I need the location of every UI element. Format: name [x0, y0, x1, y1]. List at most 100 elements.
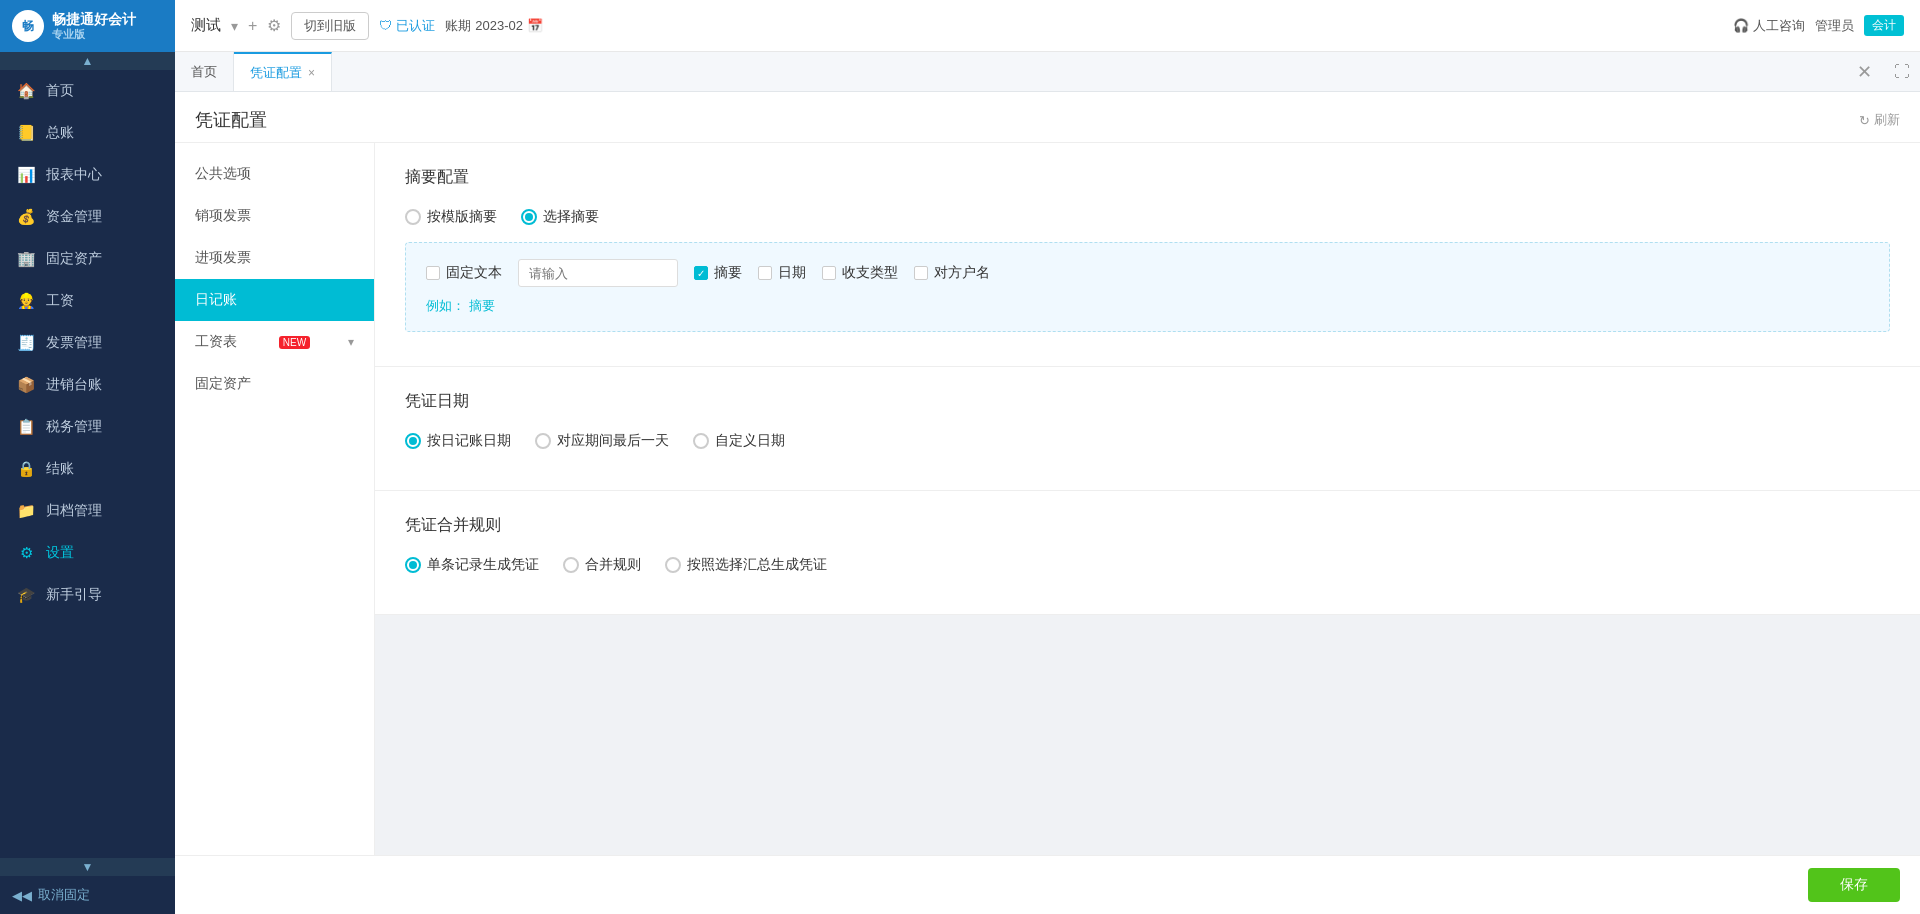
- left-nav-public[interactable]: 公共选项: [175, 153, 374, 195]
- checkbox-pay-type-box: [822, 266, 836, 280]
- left-nav-fixed-assets[interactable]: 固定资产: [175, 363, 374, 405]
- left-nav-sales-invoice[interactable]: 销项发票: [175, 195, 374, 237]
- user-role[interactable]: 会计: [1864, 15, 1904, 36]
- checkbox-counterpart-box: [914, 266, 928, 280]
- left-nav-purchase-invoice[interactable]: 进项发票: [175, 237, 374, 279]
- tabbar: 首页 凭证配置 × ✕ ⛶: [175, 52, 1920, 92]
- summary-checkboxes-row: 固定文本 ✓ 摘要 日期: [426, 259, 1869, 287]
- tax-icon: 📋: [16, 418, 36, 436]
- window-close-icon[interactable]: ✕: [1845, 61, 1884, 83]
- tab-close-icon[interactable]: ×: [308, 66, 315, 80]
- radio-custom-date[interactable]: 自定义日期: [693, 432, 785, 450]
- user-name[interactable]: 管理员: [1815, 17, 1854, 35]
- sidebar-item-tax[interactable]: 📋 税务管理: [0, 406, 175, 448]
- radio-template-circle: [405, 209, 421, 225]
- sidebar-item-home[interactable]: 🏠 首页: [0, 70, 175, 112]
- headset-icon: 🎧: [1733, 18, 1749, 33]
- reports-icon: 📊: [16, 166, 36, 184]
- archive-icon: 📁: [16, 502, 36, 520]
- summary-radio-group: 按模版摘要 选择摘要: [405, 208, 1890, 226]
- radio-single-record-circle: [405, 557, 421, 573]
- checkbox-fixed-text[interactable]: 固定文本: [426, 264, 502, 282]
- topbar-settings-icon[interactable]: ⚙: [267, 16, 281, 35]
- sidebar-item-sales-ledger[interactable]: 📦 进销台账: [0, 364, 175, 406]
- switch-old-version-button[interactable]: 切到旧版: [291, 12, 369, 40]
- logo-icon: 畅: [12, 10, 44, 42]
- consult-button[interactable]: 🎧 人工咨询: [1733, 17, 1805, 35]
- fixed-text-input[interactable]: [518, 259, 678, 287]
- sidebar-nav: 🏠 首页 📒 总账 📊 报表中心 💰 资金管理 🏢 固定资产 👷 工资 🧾 发票…: [0, 70, 175, 858]
- company-dropdown[interactable]: ▾: [231, 18, 238, 34]
- new-badge: NEW: [279, 336, 310, 349]
- summary-config-box: 固定文本 ✓ 摘要 日期: [405, 242, 1890, 332]
- sidebar-item-settings[interactable]: ⚙ 设置: [0, 532, 175, 574]
- tab-home[interactable]: 首页: [175, 52, 234, 91]
- sidebar-item-funds[interactable]: 💰 资金管理: [0, 196, 175, 238]
- merge-radio-group: 单条记录生成凭证 合并规则 按照选择汇总生成凭证: [405, 556, 1890, 574]
- pin-icon: ◀◀: [12, 888, 32, 903]
- sidebar-item-fixed-assets[interactable]: 🏢 固定资产: [0, 238, 175, 280]
- radio-single-record[interactable]: 单条记录生成凭证: [405, 556, 539, 574]
- radio-period-last-day-circle: [535, 433, 551, 449]
- sidebar-item-close[interactable]: 🔒 结账: [0, 448, 175, 490]
- radio-journal-date[interactable]: 按日记账日期: [405, 432, 511, 450]
- add-button[interactable]: +: [248, 17, 257, 35]
- date-section-title: 凭证日期: [405, 391, 1890, 412]
- sidebar-scroll-down[interactable]: ▼: [0, 858, 175, 876]
- sidebar-scroll-up[interactable]: ▲: [0, 52, 175, 70]
- tab-voucher-config[interactable]: 凭证配置 ×: [234, 52, 332, 91]
- payroll-icon: 👷: [16, 292, 36, 310]
- logo-text-block: 畅捷通好会计 专业版: [52, 11, 136, 41]
- shield-icon: 🛡: [379, 18, 392, 33]
- radio-journal-date-circle: [405, 433, 421, 449]
- sidebar: 畅 畅捷通好会计 专业版 ▲ 🏠 首页 📒 总账 📊 报表中心 💰 资金管理 🏢…: [0, 0, 175, 914]
- radio-select-summary[interactable]: 选择摘要: [521, 208, 599, 226]
- funds-icon: 💰: [16, 208, 36, 226]
- sidebar-item-payroll[interactable]: 👷 工资: [0, 280, 175, 322]
- page-title: 凭证配置: [195, 108, 267, 132]
- refresh-button[interactable]: ↻ 刷新: [1859, 111, 1900, 129]
- radio-template-summary[interactable]: 按模版摘要: [405, 208, 497, 226]
- radio-custom-date-circle: [693, 433, 709, 449]
- radio-period-last-day[interactable]: 对应期间最后一天: [535, 432, 669, 450]
- calendar-icon[interactable]: 📅: [527, 18, 543, 33]
- left-nav-payroll-table[interactable]: 工资表 NEW ▾: [175, 321, 374, 363]
- merge-section: 凭证合并规则 单条记录生成凭证 合并规则 按照选择汇总生成凭证: [375, 491, 1920, 615]
- summary-section-title: 摘要配置: [405, 167, 1890, 188]
- radio-aggregate[interactable]: 按照选择汇总生成凭证: [665, 556, 827, 574]
- save-button[interactable]: 保存: [1808, 868, 1900, 902]
- left-nav-payroll-row: 工资表 NEW ▾: [195, 333, 354, 351]
- certified-badge: 🛡 已认证: [379, 17, 435, 35]
- checkbox-summary-box: ✓: [694, 266, 708, 280]
- checkbox-date-box: [758, 266, 772, 280]
- arrow-down-icon: ▾: [348, 335, 354, 349]
- ledger-icon: 📒: [16, 124, 36, 142]
- sales-ledger-icon: 📦: [16, 376, 36, 394]
- left-nav-journal[interactable]: 日记账: [175, 279, 374, 321]
- fullscreen-icon[interactable]: ⛶: [1884, 63, 1920, 81]
- home-icon: 🏠: [16, 82, 36, 100]
- date-radio-group: 按日记账日期 对应期间最后一天 自定义日期: [405, 432, 1890, 450]
- fixed-assets-icon: 🏢: [16, 250, 36, 268]
- checkbox-counterpart[interactable]: 对方户名: [914, 264, 990, 282]
- close-books-icon: 🔒: [16, 460, 36, 478]
- sidebar-item-archive[interactable]: 📁 归档管理: [0, 490, 175, 532]
- sidebar-item-ledger[interactable]: 📒 总账: [0, 112, 175, 154]
- checkbox-pay-type[interactable]: 收支类型: [822, 264, 898, 282]
- sidebar-item-invoices[interactable]: 🧾 发票管理: [0, 322, 175, 364]
- content-body: 公共选项 销项发票 进项发票 日记账 工资表 NEW ▾: [175, 143, 1920, 855]
- main-area: 测试 ▾ + ⚙ 切到旧版 🛡 已认证 账期 2023-02 📅 🎧 人工咨询 …: [175, 0, 1920, 914]
- checkbox-fixed-text-box: [426, 266, 440, 280]
- invoices-icon: 🧾: [16, 334, 36, 352]
- checkbox-date[interactable]: 日期: [758, 264, 806, 282]
- checkbox-summary[interactable]: ✓ 摘要: [694, 264, 742, 282]
- page-header: 凭证配置 ↻ 刷新: [175, 92, 1920, 143]
- sidebar-item-reports[interactable]: 📊 报表中心: [0, 154, 175, 196]
- radio-aggregate-circle: [665, 557, 681, 573]
- guide-icon: 🎓: [16, 586, 36, 604]
- company-name: 测试: [191, 16, 221, 35]
- sidebar-item-guide[interactable]: 🎓 新手引导: [0, 574, 175, 616]
- radio-merge-rules[interactable]: 合并规则: [563, 556, 641, 574]
- cancel-fixed-button[interactable]: ◀◀ 取消固定: [0, 876, 175, 914]
- topbar: 测试 ▾ + ⚙ 切到旧版 🛡 已认证 账期 2023-02 📅 🎧 人工咨询 …: [175, 0, 1920, 52]
